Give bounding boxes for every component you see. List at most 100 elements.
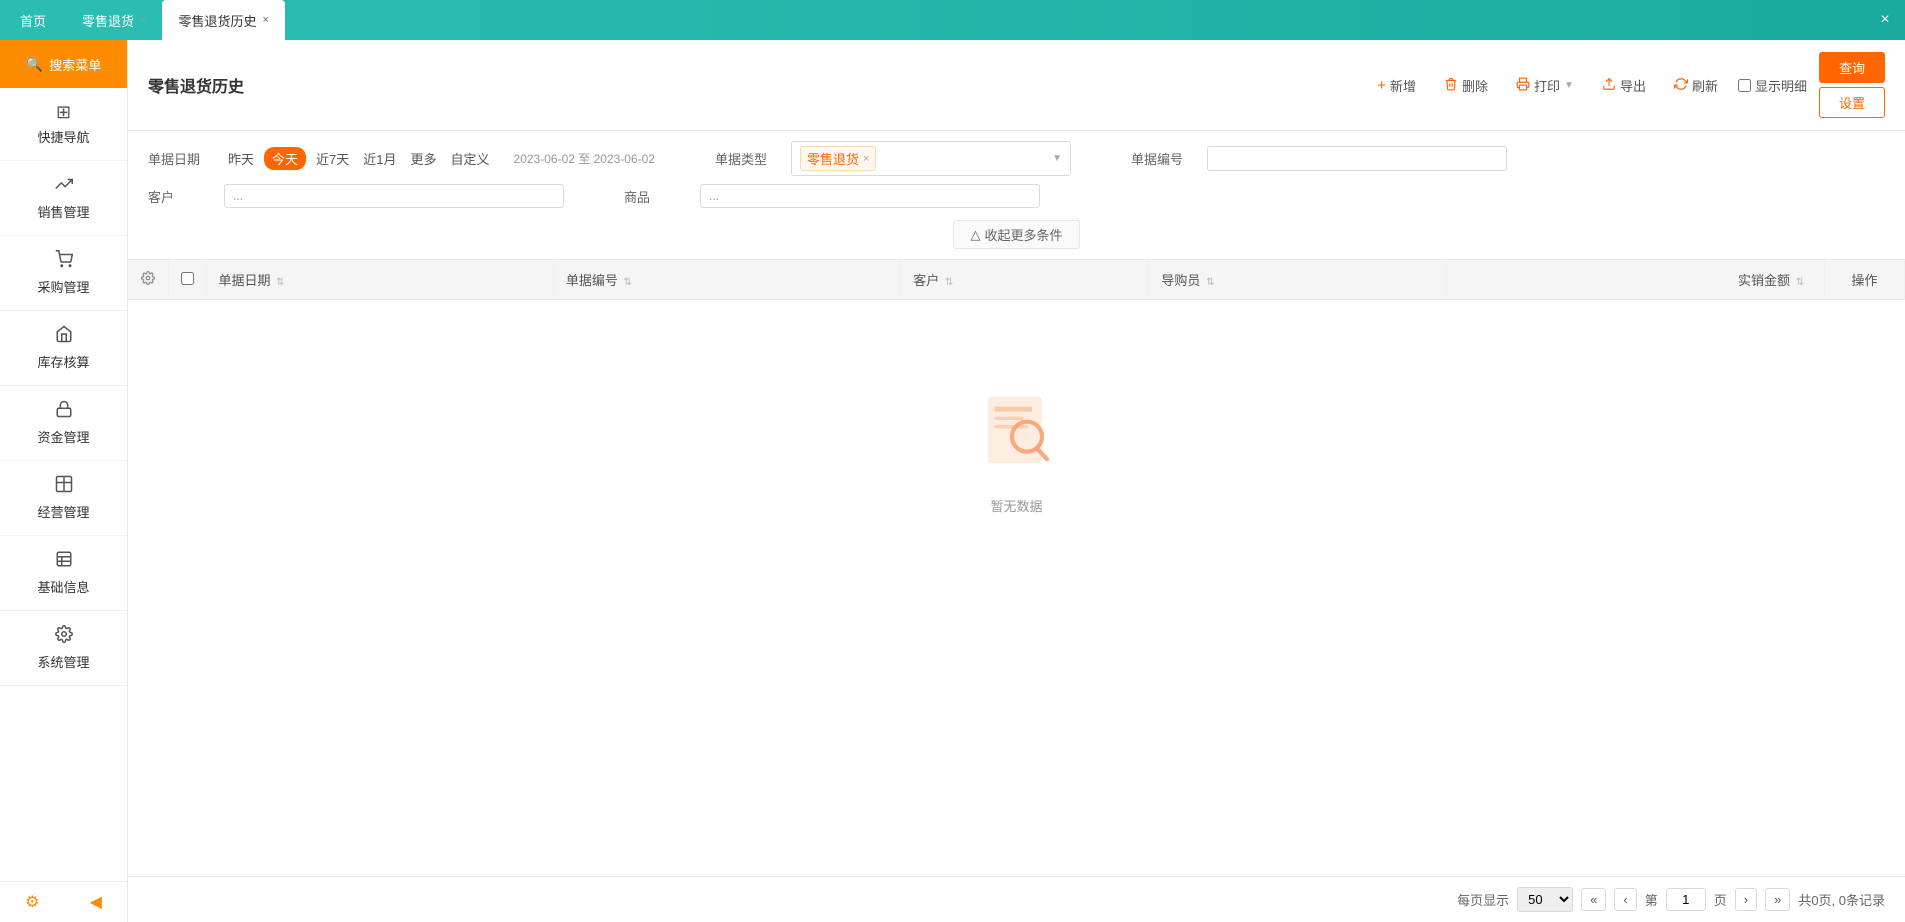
- empty-text: 暂无数据: [990, 496, 1042, 515]
- page-title: 零售退货历史: [148, 73, 244, 97]
- per-page-label: 每页显示: [1457, 890, 1509, 909]
- content-area: 零售退货历史 + 新增 删除 打印 ▼: [128, 40, 1905, 922]
- display-detail-check[interactable]: 显示明细: [1738, 76, 1807, 95]
- pagination-first-button[interactable]: «: [1581, 888, 1606, 911]
- filter-area: 单据日期 昨天 今天 近7天 近1月 更多 自定义 2023-06-02 至 2…: [128, 131, 1905, 260]
- data-table: 单据日期 ⇅ 单据编号 ⇅ 客户 ⇅ 导购员 ⇅: [128, 260, 1905, 300]
- add-label: 新增: [1390, 76, 1416, 95]
- tab-retail-return-history[interactable]: 零售退货历史 ×: [162, 0, 284, 40]
- tab-retail-return[interactable]: 零售退货 ×: [66, 0, 162, 40]
- header-actions: + 新增 删除 打印 ▼: [1369, 52, 1885, 118]
- sidebar-item-operations-label: 经营管理: [37, 502, 89, 521]
- search-icon: 🔍: [26, 56, 43, 73]
- refresh-button[interactable]: 刷新: [1666, 72, 1726, 99]
- voucher-no-input[interactable]: [1207, 146, 1507, 171]
- sidebar-item-inventory[interactable]: 库存核算: [0, 311, 127, 386]
- display-detail-checkbox[interactable]: [1738, 79, 1751, 92]
- th-no[interactable]: 单据编号 ⇅: [553, 260, 900, 300]
- date-opt-today[interactable]: 今天: [264, 147, 306, 170]
- purchase-mgmt-icon: [55, 250, 73, 273]
- print-button[interactable]: 打印 ▼: [1508, 72, 1582, 99]
- select-all-checkbox[interactable]: [181, 272, 194, 285]
- page-header: 零售退货历史 + 新增 删除 打印 ▼: [128, 40, 1905, 131]
- display-detail-label: 显示明细: [1755, 76, 1807, 95]
- sales-mgmt-icon: [55, 175, 73, 198]
- collapse-button[interactable]: △ 收起更多条件: [953, 220, 1079, 249]
- sidebar-item-inventory-label: 库存核算: [37, 352, 89, 371]
- th-amount[interactable]: 实销金额 ⇅: [1447, 260, 1825, 300]
- add-icon: +: [1377, 77, 1386, 94]
- sidebar-item-system-label: 系统管理: [37, 652, 89, 671]
- date-opt-more[interactable]: 更多: [407, 147, 441, 170]
- sidebar-search[interactable]: 🔍 搜索菜单: [0, 40, 127, 88]
- date-opt-yesterday[interactable]: 昨天: [224, 147, 258, 170]
- filter-row-date: 单据日期 昨天 今天 近7天 近1月 更多 自定义 2023-06-02 至 2…: [148, 141, 1885, 176]
- th-guide-sort: ⇅: [1206, 277, 1214, 288]
- sidebar-item-quick-nav[interactable]: ⊞ 快捷导航: [0, 88, 127, 161]
- add-button[interactable]: + 新增: [1369, 72, 1424, 99]
- empty-state: 暂无数据: [128, 300, 1905, 595]
- th-amount-sort: ⇅: [1796, 277, 1804, 288]
- sidebar-item-purchase-mgmt[interactable]: 采购管理: [0, 236, 127, 311]
- print-label: 打印: [1534, 76, 1560, 95]
- export-button[interactable]: 导出: [1594, 72, 1654, 99]
- sidebar: 🔍 搜索菜单 ⊞ 快捷导航 销售管理 采购管理 库存核算: [0, 40, 128, 922]
- inventory-icon: [55, 325, 73, 348]
- top-bar: 首页 零售退货 × 零售退货历史 × ×: [0, 0, 1905, 40]
- th-no-label: 单据编号: [566, 273, 618, 288]
- voucher-type-dropdown-icon: ▼: [1052, 153, 1062, 164]
- th-customer-sort: ⇅: [945, 277, 953, 288]
- sidebar-item-basic-info-label: 基础信息: [37, 577, 89, 596]
- sidebar-item-sales-mgmt[interactable]: 销售管理: [0, 161, 127, 236]
- th-customer-label: 客户: [913, 273, 939, 288]
- th-ops-label: 操作: [1851, 273, 1877, 288]
- th-guide[interactable]: 导购员 ⇅: [1149, 260, 1447, 300]
- settings-bottom-icon[interactable]: ⚙: [25, 892, 39, 912]
- system-icon: [55, 625, 73, 648]
- pagination-next-button[interactable]: ›: [1735, 888, 1757, 911]
- date-opt-1month[interactable]: 近1月: [359, 147, 400, 170]
- query-button[interactable]: 查询: [1819, 52, 1885, 83]
- delete-button[interactable]: 删除: [1436, 72, 1496, 99]
- voucher-no-label: 单据编号: [1131, 149, 1187, 168]
- pagination-last-button[interactable]: »: [1765, 888, 1790, 911]
- sidebar-item-basic-info[interactable]: 基础信息: [0, 536, 127, 611]
- export-icon: [1602, 77, 1616, 94]
- settings-button[interactable]: 设置: [1819, 87, 1885, 118]
- window-close-button[interactable]: ×: [1865, 0, 1905, 40]
- tab-retail-return-close[interactable]: ×: [140, 14, 146, 26]
- table-container: 单据日期 ⇅ 单据编号 ⇅ 客户 ⇅ 导购员 ⇅: [128, 260, 1905, 876]
- sidebar-item-operations[interactable]: 经营管理: [0, 461, 127, 536]
- delete-label: 删除: [1462, 76, 1488, 95]
- export-label: 导出: [1620, 76, 1646, 95]
- pagination-prev-button[interactable]: ‹: [1614, 888, 1636, 911]
- sidebar-search-label: 搜索菜单: [49, 55, 101, 74]
- sidebar-item-finance[interactable]: 资金管理: [0, 386, 127, 461]
- sidebar-item-system[interactable]: 系统管理: [0, 611, 127, 686]
- date-opt-custom[interactable]: 自定义: [447, 147, 494, 170]
- per-page-select[interactable]: 50 10 20 100: [1517, 887, 1573, 912]
- sidebar-item-quick-nav-label: 快捷导航: [37, 127, 89, 146]
- voucher-type-tag-remove[interactable]: ×: [863, 153, 869, 165]
- goods-dots: ...: [709, 189, 719, 203]
- customer-select[interactable]: ...: [224, 184, 564, 208]
- th-customer[interactable]: 客户 ⇅: [901, 260, 1149, 300]
- main-layout: 🔍 搜索菜单 ⊞ 快捷导航 销售管理 采购管理 库存核算: [0, 40, 1905, 922]
- total-info: 共0页, 0条记录: [1798, 890, 1885, 909]
- tab-retail-return-history-close[interactable]: ×: [262, 14, 268, 26]
- th-date-label: 单据日期: [219, 273, 271, 288]
- page-word: 第: [1645, 890, 1658, 909]
- collapse-sidebar-icon[interactable]: ◀: [90, 892, 102, 912]
- voucher-type-select[interactable]: 零售退货 × ▼: [791, 141, 1071, 176]
- goods-select[interactable]: ...: [700, 184, 1040, 208]
- th-checkbox[interactable]: [168, 260, 206, 300]
- page-number-input[interactable]: 1: [1666, 888, 1706, 911]
- th-date[interactable]: 单据日期 ⇅: [206, 260, 553, 300]
- tab-home[interactable]: 首页: [0, 0, 66, 40]
- th-gear[interactable]: [128, 260, 168, 300]
- sidebar-item-sales-label: 销售管理: [37, 202, 89, 221]
- date-opt-7days[interactable]: 近7天: [312, 147, 353, 170]
- voucher-type-tag-label: 零售退货: [807, 149, 859, 168]
- th-amount-label: 实销金额: [1738, 273, 1790, 288]
- collapse-row: △ 收起更多条件: [148, 216, 1885, 249]
